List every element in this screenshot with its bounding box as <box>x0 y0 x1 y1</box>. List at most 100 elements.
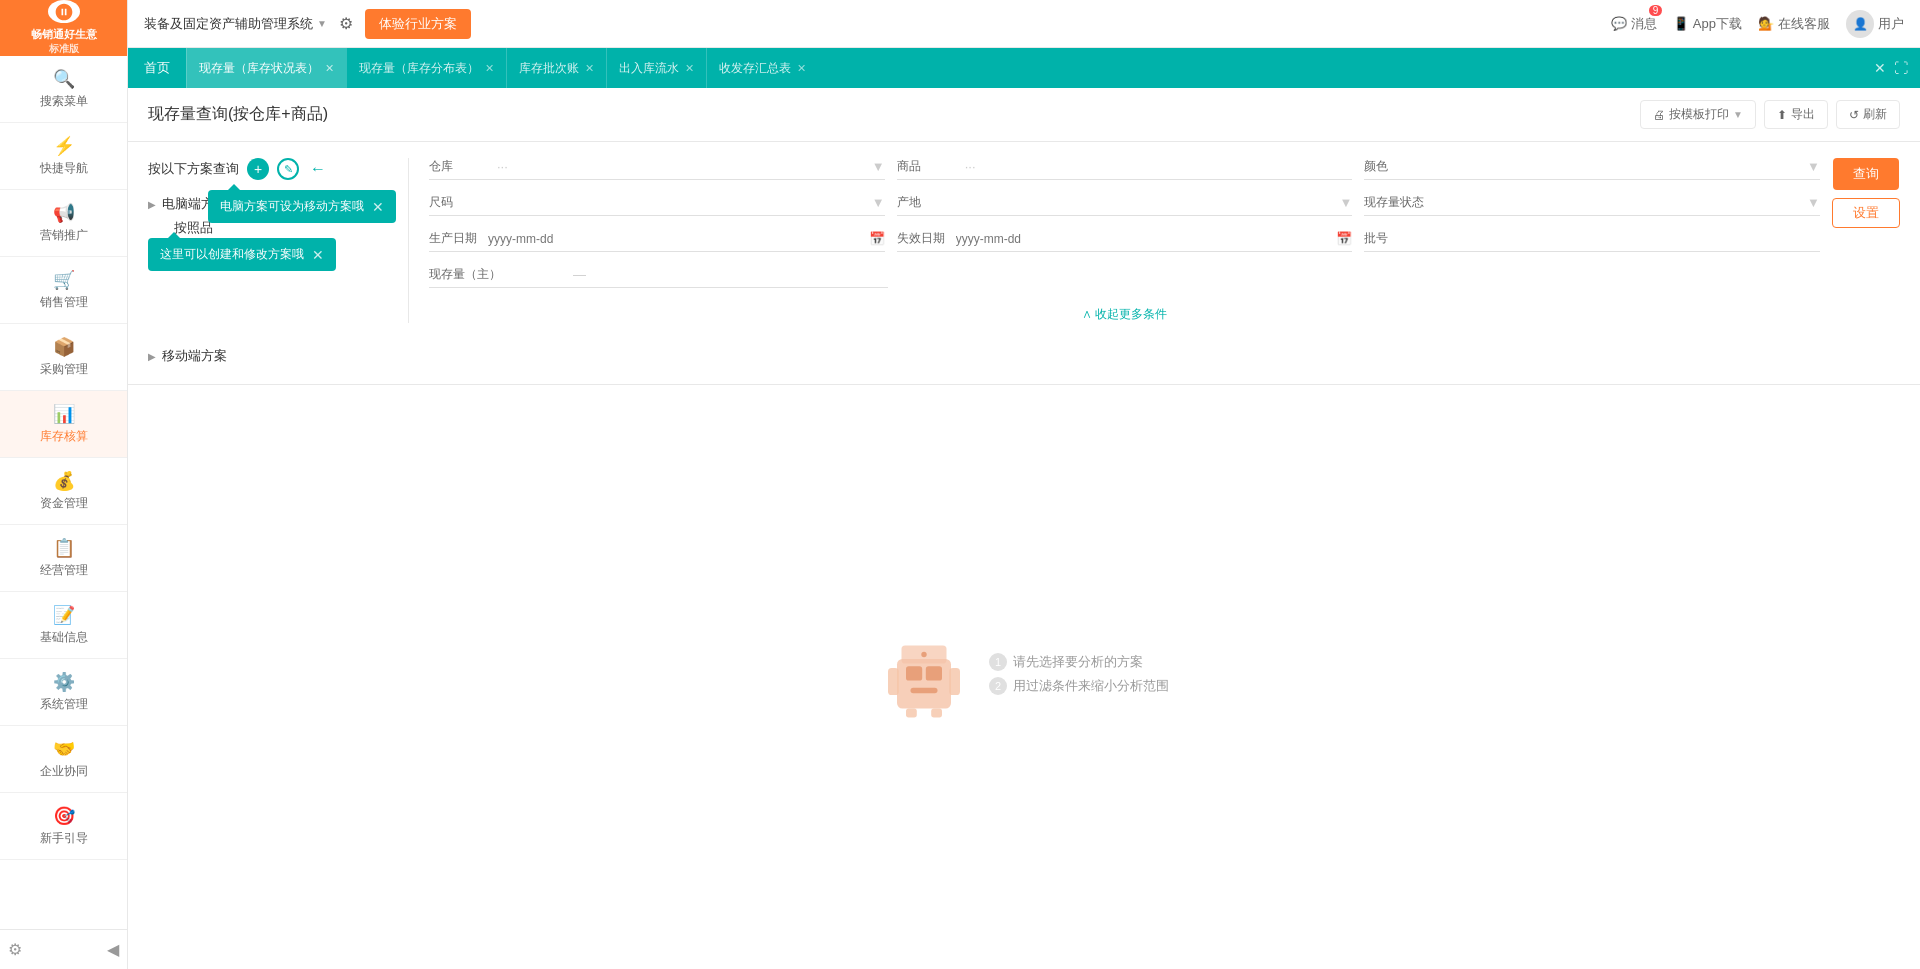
sidebar-nav: 🔍 搜索菜单 ⚡ 快捷导航 📢 营销推广 🛒 销售管理 📦 采购管理 📊 库存核… <box>0 56 127 929</box>
empty-content: 1 请先选择要分析的方案 2 用过滤条件来缩小分析范围 <box>879 632 1169 722</box>
goods-input[interactable] <box>980 160 1353 174</box>
sidebar-item-inventory[interactable]: 📊 库存核算 <box>0 391 127 458</box>
sidebar-item-operation[interactable]: 📋 经营管理 <box>0 525 127 592</box>
color-dropdown-icon[interactable]: ▼ <box>1807 159 1820 174</box>
search-button[interactable]: 查询 <box>1833 158 1899 190</box>
guide-icon: 🎯 <box>53 805 75 827</box>
finance-icon: 💰 <box>53 470 75 492</box>
svg-point-9 <box>921 652 926 657</box>
refresh-label: 刷新 <box>1863 106 1887 123</box>
tab-label: 现存量（库存分布表） <box>359 60 479 77</box>
sidebar-item-quick-nav[interactable]: ⚡ 快捷导航 <box>0 123 127 190</box>
add-scheme-button[interactable]: + <box>247 158 269 180</box>
filter-header-label: 按以下方案查询 <box>148 160 239 178</box>
sidebar-item-search-menu[interactable]: 🔍 搜索菜单 <box>0 56 127 123</box>
production-date-input[interactable] <box>488 232 865 246</box>
tab-summary[interactable]: 收发存汇总表 ✕ <box>706 48 818 88</box>
stock-status-field: 现存量状态 ▼ <box>1364 194 1820 216</box>
expiry-date-field: 失效日期 📅 <box>897 230 1353 252</box>
tab-inventory-status[interactable]: 现存量（库存状况表） ✕ <box>186 48 346 88</box>
tab-batch[interactable]: 库存批次账 ✕ <box>506 48 606 88</box>
tip-2: 2 用过滤条件来缩小分析范围 <box>989 677 1169 695</box>
collapse-label: 收起更多条件 <box>1095 307 1167 321</box>
message-btn[interactable]: 💬 消息 9 <box>1611 15 1657 33</box>
system-selector[interactable]: 装备及固定资产辅助管理系统 ▼ <box>144 15 327 33</box>
tab-close-icon[interactable]: ✕ <box>325 62 334 75</box>
sidebar-item-finance[interactable]: 💰 资金管理 <box>0 458 127 525</box>
size-dropdown-icon[interactable]: ▼ <box>872 195 885 210</box>
user-avatar: 👤 <box>1846 10 1874 38</box>
sidebar-item-basic-info[interactable]: 📝 基础信息 <box>0 592 127 659</box>
sidebar-item-label: 资金管理 <box>40 495 88 512</box>
app-logo: 畅销通好生意 标准版 <box>0 0 127 56</box>
expand-tabs-icon[interactable]: ⛶ <box>1894 60 1908 76</box>
settings-icon[interactable]: ⚙ <box>8 940 22 959</box>
experience-button[interactable]: 体验行业方案 <box>365 9 471 39</box>
color-input[interactable] <box>1432 160 1803 174</box>
logo-icon <box>48 0 80 23</box>
search-btn-group: 查询 设置 <box>1832 158 1900 228</box>
sidebar-item-system[interactable]: ⚙️ 系统管理 <box>0 659 127 726</box>
close-all-tabs-icon[interactable]: ✕ <box>1874 60 1886 76</box>
sidebar-item-guide[interactable]: 🎯 新手引导 <box>0 793 127 860</box>
size-input[interactable] <box>497 196 868 210</box>
goods-field: 商品 ··· <box>897 158 1353 180</box>
collapse-filter-btn[interactable]: ∧ 收起更多条件 <box>429 298 1820 323</box>
refresh-button[interactable]: ↺ 刷新 <box>1836 100 1900 129</box>
batch-input[interactable] <box>1432 232 1820 246</box>
print-label: 按模板打印 <box>1669 106 1729 123</box>
expiry-date-input[interactable] <box>956 232 1333 246</box>
filter-row-1: 仓库 ··· ▼ 商品 ··· 颜色 <box>429 158 1820 180</box>
tab-close-icon[interactable]: ✕ <box>797 62 806 75</box>
origin-label: 产地 <box>897 194 957 211</box>
size-field: 尺码 ▼ <box>429 194 885 216</box>
calendar-icon-2[interactable]: 📅 <box>1336 231 1352 246</box>
header-left: 装备及固定资产辅助管理系统 ▼ ⚙ 体验行业方案 <box>144 9 471 39</box>
tab-close-icon[interactable]: ✕ <box>585 62 594 75</box>
more-icon[interactable]: ··· <box>497 159 508 174</box>
stock-status-dropdown-icon[interactable]: ▼ <box>1807 195 1820 210</box>
tab-close-icon[interactable]: ✕ <box>485 62 494 75</box>
collapse-icon: ∧ <box>1082 307 1092 321</box>
reset-button[interactable]: 设置 <box>1832 198 1900 228</box>
user-area[interactable]: 👤 用户 <box>1846 10 1904 38</box>
print-button[interactable]: 🖨 按模板打印 ▼ <box>1640 100 1756 129</box>
tooltip-edit-scheme: 这里可以创建和修改方案哦 ✕ <box>148 238 336 271</box>
sidebar-item-label: 采购管理 <box>40 361 88 378</box>
gear-icon[interactable]: ⚙ <box>339 14 353 33</box>
tab-home[interactable]: 首页 <box>128 48 186 88</box>
tooltip2-close-icon[interactable]: ✕ <box>312 247 324 263</box>
app-download-btn[interactable]: 📱 App下载 <box>1673 15 1742 33</box>
size-label: 尺码 <box>429 194 489 211</box>
stock-status-input[interactable] <box>1432 196 1803 210</box>
tab-close-icon[interactable]: ✕ <box>685 62 694 75</box>
tab-flow[interactable]: 出入库流水 ✕ <box>606 48 706 88</box>
warehouse-input[interactable] <box>512 160 868 174</box>
system-name: 装备及固定资产辅助管理系统 <box>144 15 313 33</box>
stock-main-to-input[interactable] <box>594 268 674 282</box>
sidebar-item-sales[interactable]: 🛒 销售管理 <box>0 257 127 324</box>
calendar-icon-1[interactable]: 📅 <box>869 231 885 246</box>
message-label: 消息 <box>1631 16 1657 31</box>
sidebar-item-cooperation[interactable]: 🤝 企业协同 <box>0 726 127 793</box>
stock-main-from-input[interactable] <box>505 268 565 282</box>
export-button[interactable]: ⬆ 导出 <box>1764 100 1828 129</box>
message-icon: 💬 <box>1611 16 1627 31</box>
goods-more-icon[interactable]: ··· <box>965 159 976 174</box>
origin-input[interactable] <box>965 196 1336 210</box>
collapse-sidebar-icon[interactable]: ◀ <box>107 940 119 959</box>
online-support-btn[interactable]: 💁 在线客服 <box>1758 15 1830 33</box>
sidebar-item-marketing[interactable]: 📢 营销推广 <box>0 190 127 257</box>
tab-label: 现存量（库存状况表） <box>199 60 319 77</box>
sidebar-item-purchase[interactable]: 📦 采购管理 <box>0 324 127 391</box>
tooltip1-close-icon[interactable]: ✕ <box>372 199 384 215</box>
tab-inventory-dist[interactable]: 现存量（库存分布表） ✕ <box>346 48 506 88</box>
scheme-arrow-button[interactable]: ← <box>307 158 329 180</box>
sidebar-item-label: 快捷导航 <box>40 160 88 177</box>
edit-scheme-button[interactable]: ✎ <box>277 158 299 180</box>
stock-main-field: 现存量（主） — <box>429 266 888 288</box>
warehouse-dropdown-icon[interactable]: ▼ <box>872 159 885 174</box>
origin-dropdown-icon[interactable]: ▼ <box>1339 195 1352 210</box>
sidebar-item-label: 营销推广 <box>40 227 88 244</box>
scheme-tree-mobile[interactable]: ▶ 移动端方案 <box>148 344 408 368</box>
